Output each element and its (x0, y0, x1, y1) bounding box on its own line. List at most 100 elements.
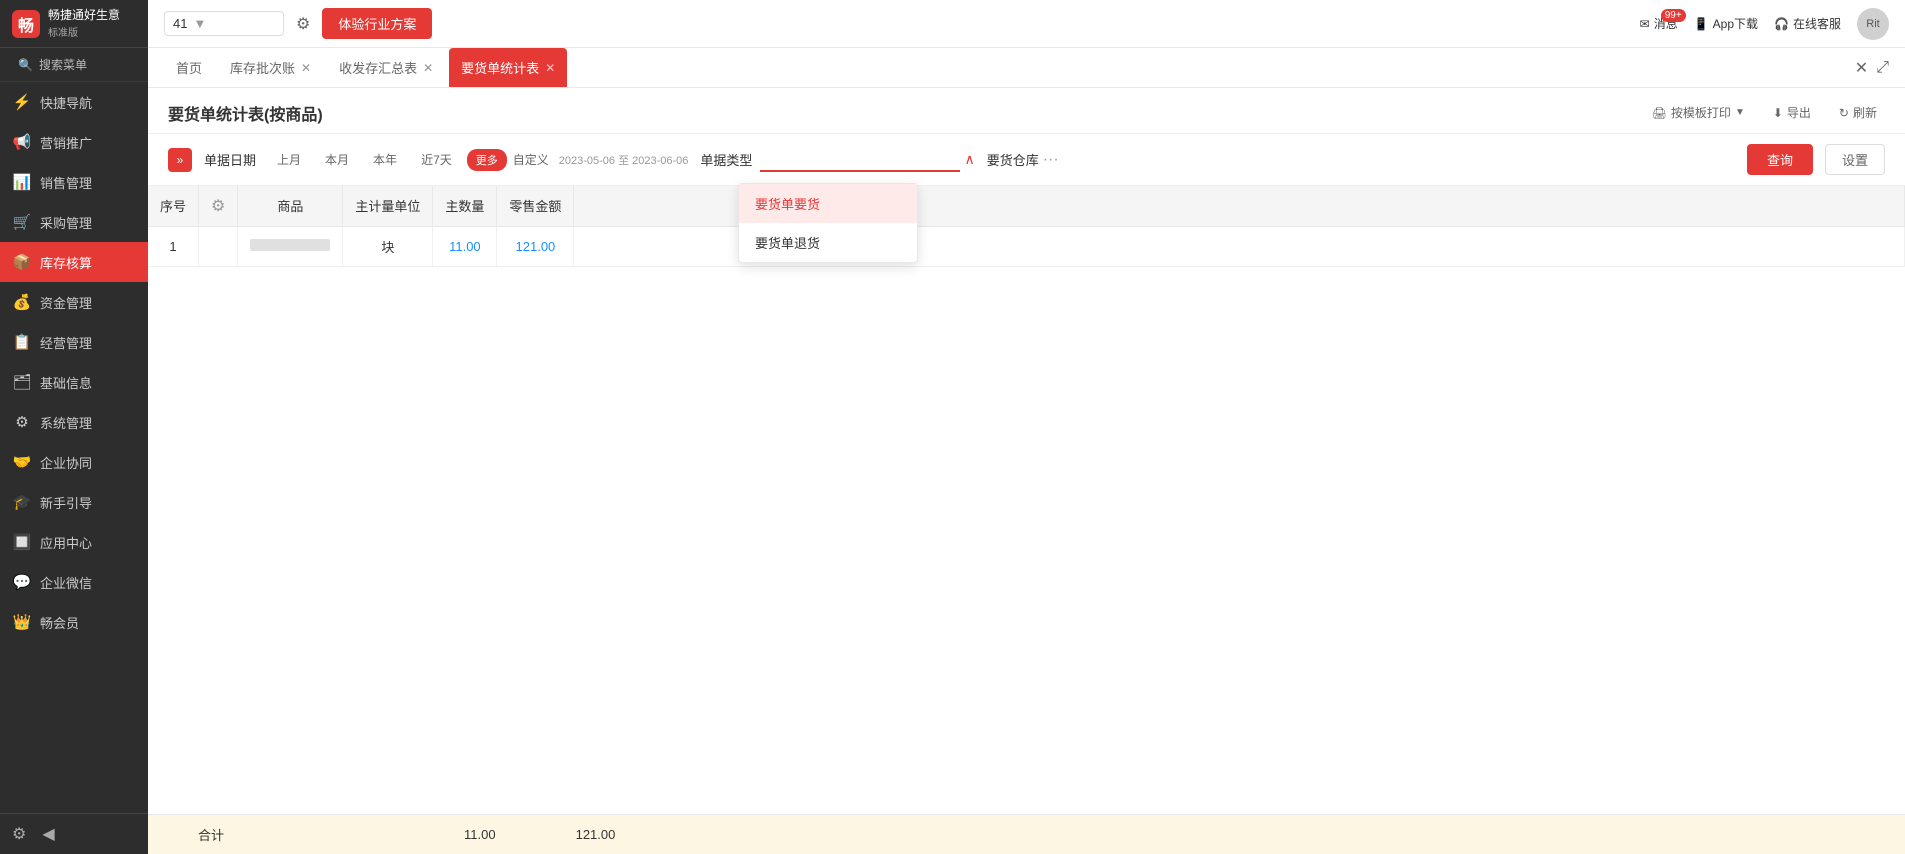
collapse-footer-icon[interactable]: ◀ (42, 824, 54, 844)
print-icon: 🖨 (1652, 106, 1667, 120)
tab-collection-summary[interactable]: 收发存汇总表 ✕ (327, 48, 445, 87)
type-arrow-icon[interactable]: ∧ (964, 151, 974, 168)
col-qty: 主数量 (433, 186, 497, 226)
refresh-btn[interactable]: ↻ 刷新 (1831, 100, 1885, 125)
cell-settings (199, 226, 238, 266)
print-template-btn[interactable]: 🖨 按模板打印 ▼ (1644, 100, 1753, 125)
sidebar-item-enterprise[interactable]: 🤝 企业协同 (0, 442, 148, 482)
custom-date-btn[interactable]: 自定义 (513, 151, 549, 168)
main-area: 41 ▼ ⚙ 体验行业方案 ✉ 消息 99+ 📱 App下载 🎧 在线客服 Ri… (148, 0, 1905, 854)
logo-text: 畅捷通好生意 标准版 (48, 8, 120, 39)
sidebar: 畅 畅捷通好生意 标准版 🔍 搜索菜单 ⚡ 快捷导航 📢 营销推广 📊 销售管理… (0, 0, 148, 854)
tab-collection-summary-close[interactable]: ✕ (423, 61, 433, 75)
sidebar-logo: 畅 畅捷通好生意 标准版 (0, 0, 148, 48)
sidebar-item-basic[interactable]: 🗂 基础信息 (0, 362, 148, 402)
app-download-btn[interactable]: 📱 App下载 (1694, 15, 1758, 32)
prev-month-btn[interactable]: 上月 (268, 147, 310, 172)
page-actions: 🖨 按模板打印 ▼ ⬇ 导出 ↻ 刷新 (1644, 100, 1885, 125)
cell-amount[interactable]: 121.00 (497, 226, 574, 266)
col-index: 序号 (148, 186, 199, 226)
tab-order-stats-close[interactable]: ✕ (545, 61, 555, 75)
settings-footer-icon[interactable]: ⚙ (12, 824, 26, 844)
tab-batch-account[interactable]: 库存批次账 ✕ (218, 48, 323, 87)
this-month-btn[interactable]: 本月 (316, 147, 358, 172)
last-7-days-btn[interactable]: 近7天 (412, 147, 461, 172)
sidebar-item-wechat[interactable]: 💬 企业微信 (0, 562, 148, 602)
expand-icon: » (177, 153, 184, 167)
topbar-settings-icon[interactable]: ⚙ (296, 14, 310, 34)
type-label: 单据类型 (700, 150, 752, 169)
export-btn[interactable]: ⬇ 导出 (1765, 100, 1819, 125)
product-placeholder (250, 239, 330, 251)
col-amount: 零售金额 (497, 186, 574, 226)
filter-bar: » 单据日期 上月 本月 本年 近7天 更多 自定义 2023-05-06 至 … (148, 134, 1905, 186)
data-table: 序号 ⚙ 商品 主计量单位 主数量 零售金额 1 (148, 186, 1905, 267)
warehouse-label: 要货仓库 (987, 150, 1039, 169)
system-icon: ⚙ (12, 412, 32, 432)
sidebar-item-sales[interactable]: 📊 销售管理 (0, 162, 148, 202)
sidebar-item-inventory[interactable]: 📦 库存核算 (0, 242, 148, 282)
type-input[interactable] (760, 147, 960, 172)
tab-order-stats[interactable]: 要货单统计表 ✕ (449, 48, 567, 87)
cell-qty[interactable]: 11.00 (433, 226, 497, 266)
maximize-window-icon[interactable]: ⤢ (1876, 59, 1889, 77)
table-header-row: 序号 ⚙ 商品 主计量单位 主数量 零售金额 (148, 186, 1905, 226)
table-container: 序号 ⚙ 商品 主计量单位 主数量 零售金额 1 (148, 186, 1905, 267)
col-settings: ⚙ (199, 186, 238, 226)
sidebar-item-system[interactable]: ⚙ 系统管理 (0, 402, 148, 442)
sidebar-item-marketing[interactable]: 📢 营销推广 (0, 122, 148, 162)
store-selector[interactable]: 41 ▼ (164, 11, 284, 36)
message-icon: ✉ (1640, 17, 1650, 31)
filter-settings-btn[interactable]: 设置 (1825, 144, 1885, 175)
this-year-btn[interactable]: 本年 (364, 147, 406, 172)
tabs-bar: 首页 库存批次账 ✕ 收发存汇总表 ✕ 要货单统计表 ✕ ✕ ⤢ (148, 48, 1905, 88)
col-unit: 主计量单位 (343, 186, 433, 226)
user-avatar[interactable]: Rit (1857, 8, 1889, 40)
enterprise-icon: 🤝 (12, 452, 32, 472)
search-icon: 🔍 (18, 58, 33, 72)
purchase-icon: 🛒 (12, 212, 32, 232)
headset-icon: 🎧 (1774, 17, 1789, 31)
page-header: 要货单统计表(按商品) 🖨 按模板打印 ▼ ⬇ 导出 ↻ 刷新 (148, 88, 1905, 134)
date-filter-group: 上月 本月 本年 近7天 更多 自定义 2023-05-06 至 2023-06… (268, 147, 688, 172)
tab-batch-account-close[interactable]: ✕ (301, 61, 311, 75)
newbie-icon: 🎓 (12, 492, 32, 512)
page-content: 要货单统计表(按商品) 🖨 按模板打印 ▼ ⬇ 导出 ↻ 刷新 (148, 88, 1905, 854)
sidebar-footer: ⚙ ◀ (0, 813, 148, 854)
tab-home[interactable]: 首页 (164, 48, 214, 87)
warehouse-more-icon[interactable]: ··· (1043, 151, 1059, 169)
sidebar-item-quick-nav[interactable]: ⚡ 快捷导航 (0, 82, 148, 122)
footer-total-label: 合计 (168, 825, 224, 844)
query-btn[interactable]: 查询 (1747, 144, 1813, 175)
inventory-icon: 📦 (12, 252, 32, 272)
online-service-btn[interactable]: 🎧 在线客服 (1774, 15, 1841, 32)
sidebar-item-app-center[interactable]: 🔲 应用中心 (0, 522, 148, 562)
column-settings-icon[interactable]: ⚙ (211, 198, 225, 215)
cell-product (238, 226, 343, 266)
sidebar-item-purchase[interactable]: 🛒 采购管理 (0, 202, 148, 242)
member-icon: 👑 (12, 612, 32, 632)
sidebar-item-newbie[interactable]: 🎓 新手引导 (0, 482, 148, 522)
topbar-right: ✉ 消息 99+ 📱 App下载 🎧 在线客服 Rit (1640, 8, 1889, 40)
sidebar-item-finance[interactable]: 💰 资金管理 (0, 282, 148, 322)
finance-icon: 💰 (12, 292, 32, 312)
warehouse-filter-group: 要货仓库 ··· (987, 150, 1059, 169)
close-window-icon[interactable]: ✕ (1855, 58, 1868, 78)
type-filter-group: 单据类型 ∧ (700, 147, 974, 172)
search-menu[interactable]: 🔍 搜索菜单 (0, 48, 148, 82)
dropdown-item-return-goods[interactable]: 要货单退货 (739, 223, 917, 262)
more-date-btn[interactable]: 更多 (467, 149, 507, 171)
dropdown-item-order-goods[interactable]: 要货单要货 (739, 184, 917, 223)
filter-expand-btn[interactable]: » (168, 148, 192, 172)
sidebar-item-member[interactable]: 👑 畅会员 (0, 602, 148, 642)
footer-amount: 121.00 (576, 827, 616, 842)
type-select[interactable]: ∧ (760, 147, 974, 172)
footer-qty: 11.00 (464, 827, 496, 842)
sidebar-item-operation[interactable]: 📋 经营管理 (0, 322, 148, 362)
app-download-icon: 📱 (1694, 17, 1709, 31)
marketing-icon: 📢 (12, 132, 32, 152)
date-label: 单据日期 (204, 150, 256, 169)
messages-btn[interactable]: ✉ 消息 99+ (1640, 15, 1678, 32)
trial-btn[interactable]: 体验行业方案 (322, 8, 432, 39)
export-icon: ⬇ (1773, 106, 1783, 120)
